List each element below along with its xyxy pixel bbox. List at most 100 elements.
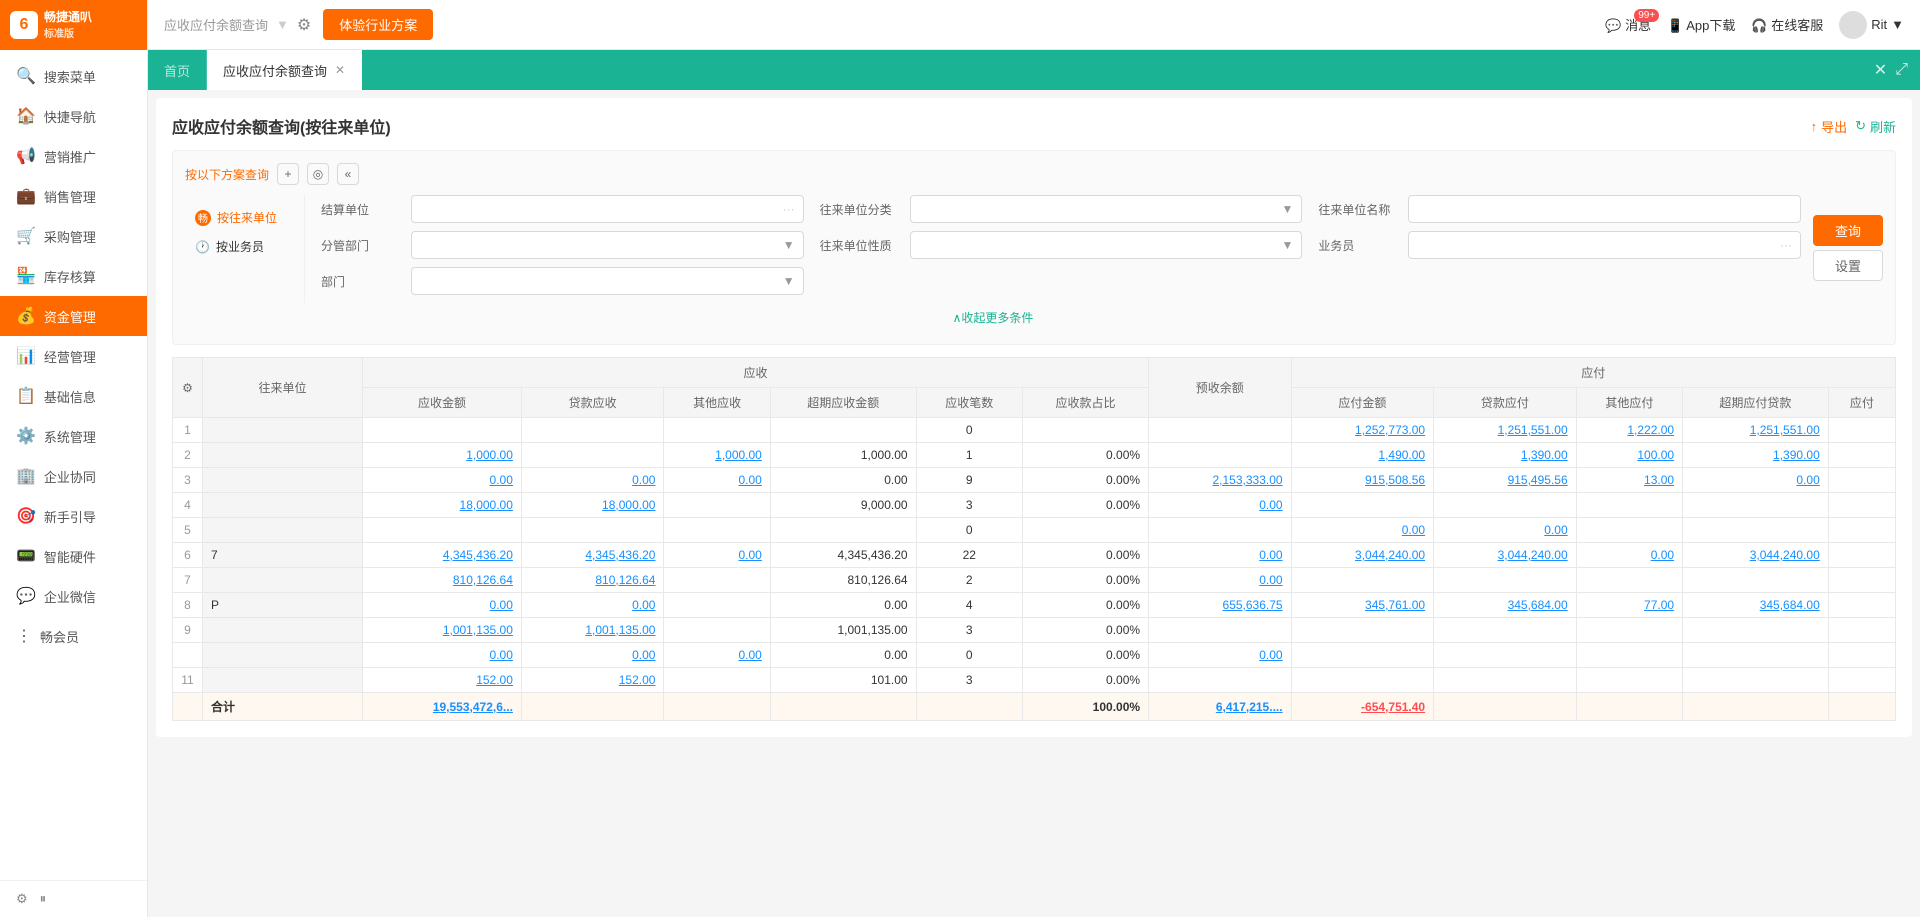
salesperson-input[interactable]: ···	[1408, 231, 1801, 259]
table-cell[interactable]: 1,251,551.00	[1434, 418, 1577, 443]
table-cell[interactable]: 810,126.64	[521, 568, 664, 593]
table-cell[interactable]: 1,252,773.00	[1291, 418, 1434, 443]
table-cell[interactable]: 0.00	[664, 543, 770, 568]
table-cell[interactable]: 1,001,135.00	[363, 618, 522, 643]
export-button[interactable]: ↑ 导出	[1811, 117, 1848, 136]
table-cell[interactable]: 3,044,240.00	[1291, 543, 1434, 568]
table-cell[interactable]: 2,153,333.00	[1149, 468, 1292, 493]
table-cell[interactable]: 1,390.00	[1434, 443, 1577, 468]
table-cell[interactable]: 1,000.00	[664, 443, 770, 468]
collapse-icon[interactable]: ⏸	[40, 891, 47, 907]
sidebar-item-basic[interactable]: 📋基础信息	[0, 376, 147, 416]
table-cell[interactable]: 1,490.00	[1291, 443, 1434, 468]
footer-ar-amount[interactable]: 19,553,472,6...	[363, 693, 522, 721]
sidebar-item-sales[interactable]: 💼销售管理	[0, 176, 147, 216]
scheme-item-staff[interactable]: 🕐 按业务员	[185, 232, 304, 261]
partner-cat-input[interactable]: ▼	[910, 195, 1303, 223]
table-cell[interactable]: 0.00	[1683, 468, 1829, 493]
table-cell[interactable]: 77.00	[1576, 593, 1682, 618]
table-cell[interactable]: 0.00	[1576, 543, 1682, 568]
tab-close-window-icon[interactable]: ✕	[1874, 60, 1887, 80]
table-cell[interactable]: 18,000.00	[521, 493, 664, 518]
table-cell	[1434, 568, 1577, 593]
table-cell[interactable]: 1,390.00	[1683, 443, 1829, 468]
tab-home[interactable]: 首页	[148, 50, 207, 90]
target-scheme-btn[interactable]: ◎	[307, 163, 329, 185]
table-cell[interactable]: 1,251,551.00	[1683, 418, 1829, 443]
table-cell[interactable]: 152.00	[363, 668, 522, 693]
sidebar-item-purchase[interactable]: 🛒采购管理	[0, 216, 147, 256]
query-button[interactable]: 查询	[1813, 215, 1883, 246]
sidebar-item-system[interactable]: ⚙️系统管理	[0, 416, 147, 456]
table-cell[interactable]: 0.00	[1149, 643, 1292, 668]
settings-button[interactable]: 设置	[1813, 250, 1883, 281]
dept-input[interactable]: ▼	[411, 267, 804, 295]
table-cell[interactable]: 18,000.00	[363, 493, 522, 518]
table-cell[interactable]: 0.00	[363, 593, 522, 618]
table-cell[interactable]: 0.00	[1291, 518, 1434, 543]
message-badge[interactable]: 💬 消息 99+	[1605, 15, 1651, 34]
solution-button[interactable]: 体验行业方案	[323, 9, 433, 40]
footer-prepay[interactable]: 6,417,215....	[1149, 693, 1292, 721]
settle-unit-input[interactable]: ···	[411, 195, 804, 223]
table-cell[interactable]: 915,495.56	[1434, 468, 1577, 493]
sidebar-item-corp[interactable]: 🏢企业协同	[0, 456, 147, 496]
tab-arbalance[interactable]: 应收应付余额查询 ✕	[207, 50, 362, 90]
partner-name-input[interactable]	[1408, 195, 1801, 223]
table-cell[interactable]: 1,000.00	[363, 443, 522, 468]
sidebar-item-wechat[interactable]: 💬企业微信	[0, 576, 147, 616]
table-cell[interactable]: 1,222.00	[1576, 418, 1682, 443]
table-cell[interactable]: 0.00	[1149, 493, 1292, 518]
table-cell[interactable]: 3,044,240.00	[1434, 543, 1577, 568]
add-scheme-btn[interactable]: +	[277, 163, 299, 185]
table-cell[interactable]: 3,044,240.00	[1683, 543, 1829, 568]
table-cell[interactable]: 345,761.00	[1291, 593, 1434, 618]
sidebar-item-hardware[interactable]: 📟智能硬件	[0, 536, 147, 576]
sidebar-item-quicknav[interactable]: 🏠快捷导航	[0, 96, 147, 136]
footer-ap-amount[interactable]: -654,751.40	[1291, 693, 1434, 721]
sidebar-item-marketing[interactable]: 📢营销推广	[0, 136, 147, 176]
dept-charge-input[interactable]: ▼	[411, 231, 804, 259]
table-cell[interactable]: 810,126.64	[363, 568, 522, 593]
table-cell[interactable]: 0.00	[664, 468, 770, 493]
table-cell[interactable]: 345,684.00	[1434, 593, 1577, 618]
table-cell[interactable]: 0.00	[1149, 568, 1292, 593]
table-cell[interactable]: 4,345,436.20	[363, 543, 522, 568]
table-cell[interactable]: 4,345,436.20	[521, 543, 664, 568]
collapse-scheme-btn[interactable]: «	[337, 163, 359, 185]
table-cell[interactable]: 100.00	[1576, 443, 1682, 468]
table-cell[interactable]: 0.00	[664, 643, 770, 668]
table-cell[interactable]: 345,684.00	[1683, 593, 1829, 618]
table-cell[interactable]: 915,508.56	[1291, 468, 1434, 493]
tab-expand-icon[interactable]: ⤢	[1895, 61, 1908, 79]
app-download[interactable]: 📱 App下载	[1667, 15, 1735, 34]
table-cell[interactable]: 0.00	[521, 468, 664, 493]
table-cell[interactable]: 152.00	[521, 668, 664, 693]
table-cell[interactable]: 1,001,135.00	[521, 618, 664, 643]
sidebar-item-inventory[interactable]: 🏪库存核算	[0, 256, 147, 296]
sidebar-item-guide[interactable]: 🎯新手引导	[0, 496, 147, 536]
online-service[interactable]: 🎧 在线客服	[1751, 15, 1823, 34]
sidebar-item-finance[interactable]: 💰资金管理	[0, 296, 147, 336]
table-cell[interactable]: 0.00	[521, 593, 664, 618]
user-menu[interactable]: Rit ▼	[1839, 11, 1904, 39]
table-cell[interactable]: 13.00	[1576, 468, 1682, 493]
sidebar-item-member[interactable]: ⋮畅会员	[0, 616, 147, 656]
tab-close-icon[interactable]: ✕	[335, 63, 345, 77]
table-cell[interactable]: 0.00	[521, 643, 664, 668]
table-settings-icon[interactable]: ⚙	[182, 381, 193, 395]
scheme-item-unit[interactable]: 畅 按往来单位	[185, 203, 304, 232]
table-cell[interactable]: 0.00	[1434, 518, 1577, 543]
table-cell[interactable]: 655,636.75	[1149, 593, 1292, 618]
refresh-button[interactable]: ↻ 刷新	[1855, 117, 1896, 136]
topbar-gear-icon[interactable]: ⚙	[297, 15, 311, 35]
partner-nature-input[interactable]: ▼	[910, 231, 1303, 259]
table-cell[interactable]: 0.00	[1149, 543, 1292, 568]
settings-icon[interactable]: ⚙	[16, 891, 28, 907]
sidebar-item-operation[interactable]: 📊经营管理	[0, 336, 147, 376]
table-cell[interactable]: 0.00	[363, 643, 522, 668]
collapse-more-btn[interactable]: ∧ 收起更多条件	[185, 303, 1801, 332]
settings-col-header[interactable]: ⚙	[173, 358, 203, 418]
sidebar-item-search[interactable]: 🔍搜索菜单	[0, 56, 147, 96]
table-cell[interactable]: 0.00	[363, 468, 522, 493]
